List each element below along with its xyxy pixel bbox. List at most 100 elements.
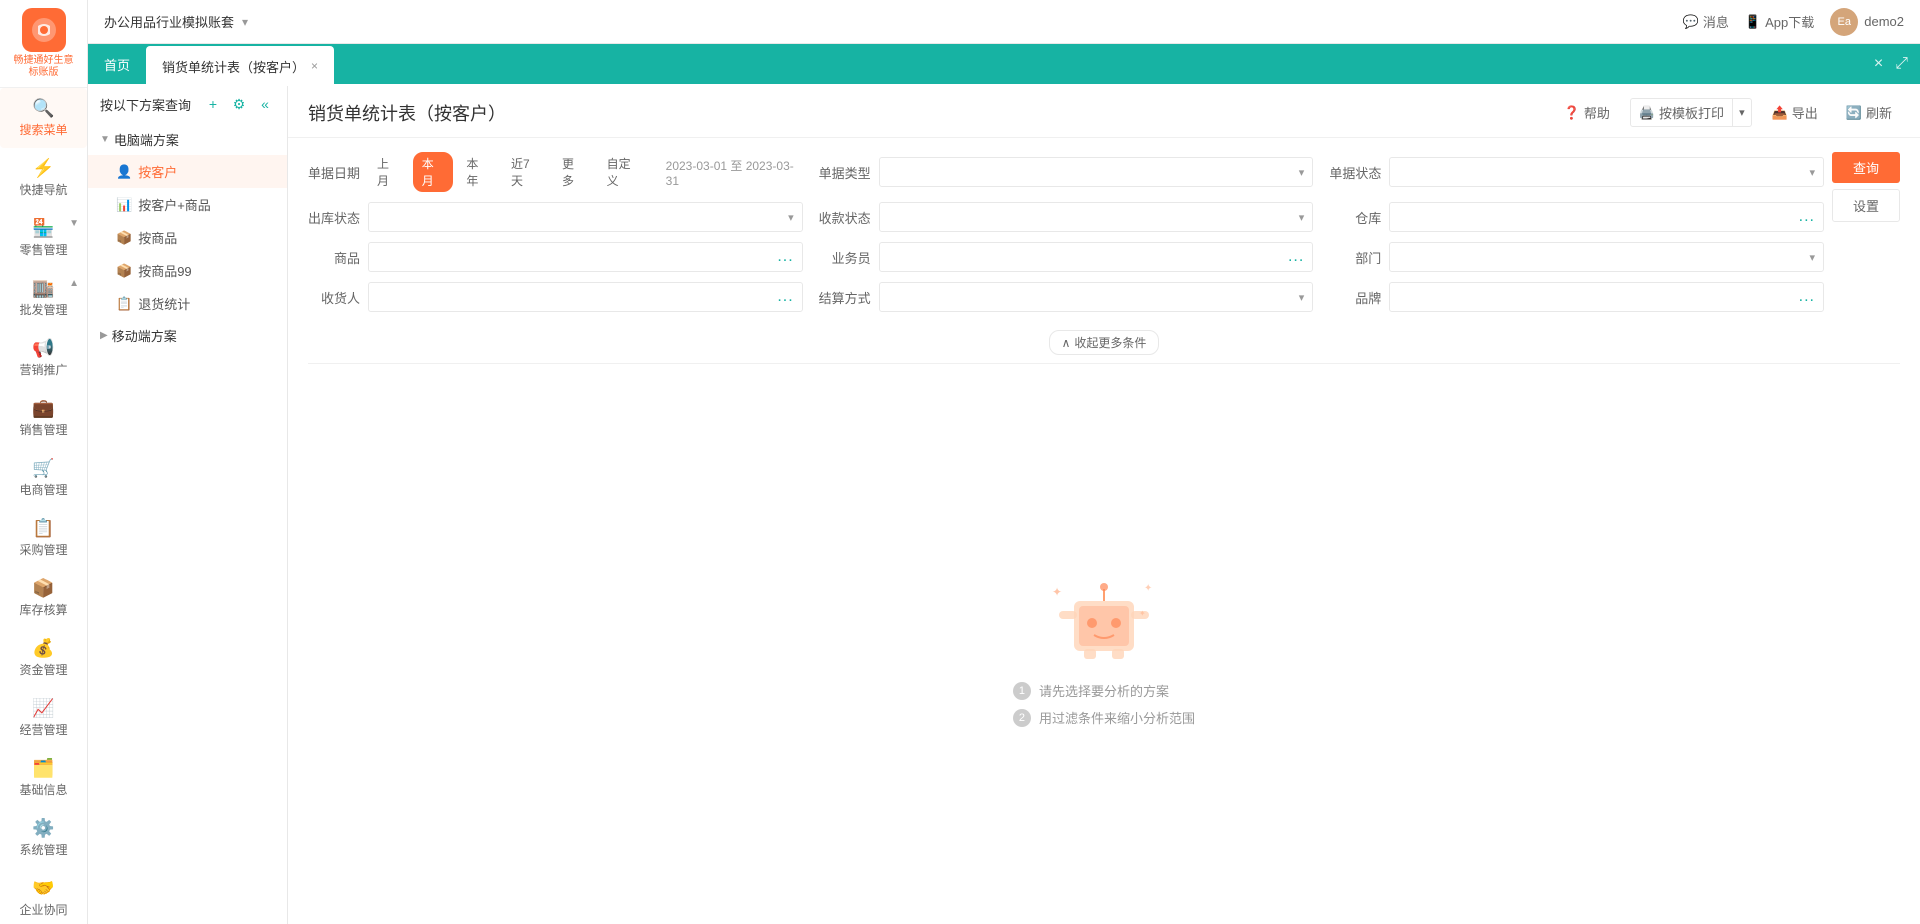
mobile-scheme-header[interactable]: ▶ 移动端方案 [88, 320, 287, 351]
brand-dots[interactable]: ... [1799, 288, 1815, 306]
app-download-button[interactable]: 📱 App下载 [1745, 12, 1814, 31]
scheme-item-by-customer-goods[interactable]: 📊 按客户+商品 [88, 188, 287, 221]
date-btn-this-year[interactable]: 本年 [457, 152, 498, 192]
empty-hint-1-text: 请先选择要分析的方案 [1039, 681, 1169, 700]
topnav-dropdown-arrow[interactable]: ▾ [242, 15, 248, 29]
collapse-up-icon: ∧ [1062, 336, 1071, 350]
goods-select[interactable]: ... [368, 242, 803, 272]
sidebar-operations-label: 经营管理 [19, 721, 67, 738]
doc-type-label: 单据类型 [819, 163, 871, 182]
tab-home[interactable]: 首页 [88, 44, 146, 84]
empty-hint-1: 1 请先选择要分析的方案 [1013, 681, 1195, 700]
warehouse-select[interactable]: ... [1389, 202, 1824, 232]
page-title: 销货单统计表（按客户） [308, 100, 506, 126]
settings-scheme-button[interactable]: ⚙ [229, 94, 249, 114]
tab-close-button[interactable]: × [311, 59, 318, 73]
sidebar-sales-label: 销售管理 [19, 421, 67, 438]
goods-dots[interactable]: ... [777, 248, 793, 266]
staff-select[interactable]: ... [879, 242, 1314, 272]
logo-icon [22, 8, 66, 52]
export-button[interactable]: 📤 导出 [1764, 99, 1826, 126]
scheme-item-by-goods-99[interactable]: 📦 按商品99 [88, 254, 287, 287]
sidebar-search-label: 搜索菜单 [19, 121, 67, 138]
sidebar-item-inventory[interactable]: 📦 库存核算 [0, 568, 87, 628]
tab-sales-stats[interactable]: 销货单统计表（按客户） × [146, 46, 334, 86]
collapse-button[interactable]: ∧ 收起更多条件 [1049, 330, 1160, 355]
sidebar-item-ecommerce[interactable]: 🛒 电商管理 [0, 448, 87, 508]
user-profile-button[interactable]: Ea demo2 [1830, 8, 1904, 36]
settings-button[interactable]: 设置 [1832, 189, 1900, 222]
main-area: 办公用品行业模拟账套 ▾ 💬 消息 📱 App下载 Ea demo2 首页 销货… [88, 0, 1920, 924]
filter-brand-item: 品牌 ... [1329, 282, 1824, 312]
sidebar-basic-label: 基础信息 [19, 781, 67, 798]
warehouse-dots[interactable]: ... [1799, 208, 1815, 226]
sidebar-item-basic[interactable]: 🗂️ 基础信息 [0, 748, 87, 808]
sidebar-item-search[interactable]: 🔍 搜索菜单 [0, 88, 87, 148]
date-btn-more[interactable]: 更多 [553, 152, 594, 192]
query-button[interactable]: 查询 [1832, 152, 1900, 183]
settlement-select[interactable]: ▾ [879, 282, 1314, 312]
search-icon: 🔍 [32, 98, 54, 119]
desktop-scheme-header[interactable]: ▼ 电脑端方案 [88, 124, 287, 155]
scheme-item-return-stats[interactable]: 📋 退货统计 [88, 287, 287, 320]
print-arrow[interactable]: ▾ [1733, 102, 1751, 123]
out-status-arrow: ▾ [788, 211, 794, 224]
desktop-group-arrow: ▼ [100, 134, 110, 145]
filter-with-buttons: 单据日期 上月 本月 本年 近7天 更多 自定义 [308, 152, 1900, 322]
add-scheme-button[interactable]: + [203, 94, 223, 114]
sidebar-item-cooperation[interactable]: 🤝 企业协同 [0, 868, 87, 924]
receiver-dots[interactable]: ... [777, 288, 793, 306]
scheme-panel-header: 按以下方案查询 + ⚙ « [88, 84, 287, 120]
tab-expand-button[interactable]: ⤢ [1891, 53, 1912, 75]
by-goods-icon: 📦 [116, 230, 132, 246]
receipt-status-select[interactable]: ▾ [879, 202, 1314, 232]
filter-settlement-item: 结算方式 ▾ [819, 282, 1314, 312]
sidebar-item-marketing[interactable]: 📢 营销推广 [0, 328, 87, 388]
doc-status-select[interactable]: ▾ [1389, 157, 1824, 187]
sidebar-item-wholesale[interactable]: 🏬 批发管理 ▲ [0, 268, 87, 328]
staff-dots[interactable]: ... [1288, 248, 1304, 266]
scheme-item-by-customer[interactable]: 👤 按客户 [88, 155, 287, 188]
sidebar-item-retail[interactable]: 🏪 零售管理 ▼ [0, 208, 87, 268]
date-controls: 上月 本月 本年 近7天 更多 自定义 2023-03-01 至 2023-03… [368, 152, 803, 192]
out-status-select[interactable]: ▾ [368, 202, 803, 232]
sidebar-item-operations[interactable]: 📈 经营管理 [0, 688, 87, 748]
date-btn-last-7[interactable]: 近7天 [502, 152, 549, 192]
date-btn-last-month[interactable]: 上月 [368, 152, 409, 192]
operations-icon: 📈 [32, 698, 54, 719]
step-2-num: 2 [1013, 709, 1031, 727]
department-select[interactable]: ▾ [1389, 242, 1824, 272]
sidebar-item-system[interactable]: ⚙️ 系统管理 [0, 808, 87, 868]
inventory-icon: 📦 [32, 578, 54, 599]
sidebar-item-purchase[interactable]: 📋 采购管理 [0, 508, 87, 568]
collapse-panel-button[interactable]: « [255, 94, 275, 114]
mobile-group-arrow: ▶ [100, 330, 108, 341]
sidebar-item-quicknav[interactable]: ⚡ 快捷导航 [0, 148, 87, 208]
help-button[interactable]: ❓ 帮助 [1556, 99, 1618, 126]
filter-section: 单据日期 上月 本月 本年 近7天 更多 自定义 [288, 138, 1920, 364]
refresh-button[interactable]: 🔄 刷新 [1838, 99, 1900, 126]
filter-date-item: 单据日期 上月 本月 本年 近7天 更多 自定义 [308, 152, 803, 192]
sidebar-item-finance[interactable]: 💰 资金管理 [0, 628, 87, 688]
date-btn-this-month[interactable]: 本月 [413, 152, 454, 192]
tab-close-all-button[interactable]: × [1870, 53, 1887, 75]
print-main[interactable]: 🖨️ 按模板打印 [1631, 99, 1733, 126]
scheme-panel: 按以下方案查询 + ⚙ « ▼ 电脑端方案 👤 按客户 [88, 84, 288, 924]
retail-arrow: ▼ [69, 218, 79, 229]
scheme-item-by-goods[interactable]: 📦 按商品 [88, 221, 287, 254]
receiver-select[interactable]: ... [368, 282, 803, 312]
by-goods-label: 按商品 [138, 228, 177, 247]
logo-area: 畅捷通好生意 标账版 [0, 0, 87, 88]
sidebar-item-sales[interactable]: 💼 销售管理 [0, 388, 87, 448]
doc-type-select[interactable]: ▾ [879, 157, 1314, 187]
message-button[interactable]: 💬 消息 [1683, 12, 1729, 31]
desktop-scheme-group: ▼ 电脑端方案 👤 按客户 📊 按客户+商品 📦 按商品 [88, 124, 287, 320]
by-customer-label: 按客户 [138, 162, 177, 181]
page-header: 销货单统计表（按客户） ❓ 帮助 🖨️ 按模板打印 ▾ 📤 [288, 84, 1920, 138]
collapse-bar: ∧ 收起更多条件 [308, 322, 1900, 364]
print-button[interactable]: 🖨️ 按模板打印 ▾ [1630, 98, 1752, 127]
date-btn-custom[interactable]: 自定义 [598, 152, 650, 192]
filter-receiver-item: 收货人 ... [308, 282, 803, 312]
refresh-label: 刷新 [1866, 103, 1892, 122]
brand-select[interactable]: ... [1389, 282, 1824, 312]
